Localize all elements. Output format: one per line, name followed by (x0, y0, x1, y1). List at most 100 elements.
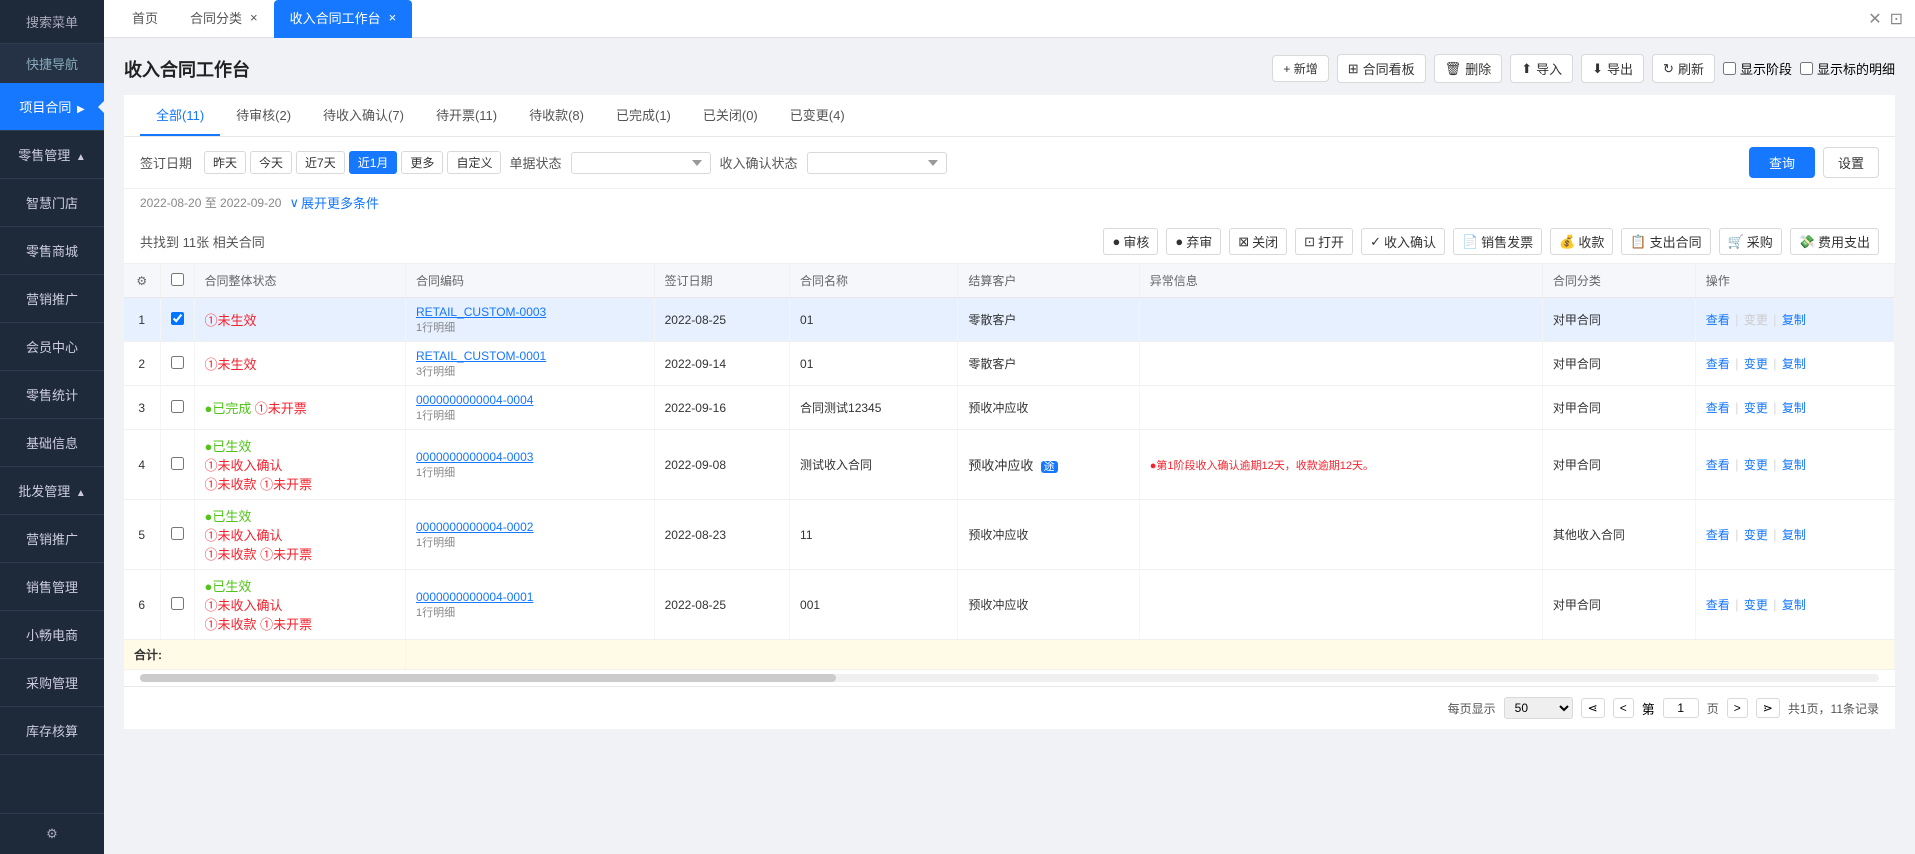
view-btn[interactable]: 查看 (1706, 458, 1730, 472)
edit-btn[interactable]: 变更 (1744, 458, 1768, 472)
sidebar-search[interactable]: 搜索菜单 (0, 0, 104, 44)
view-btn[interactable]: 查看 (1706, 357, 1730, 371)
audit-button[interactable]: ● 审核 (1103, 228, 1158, 255)
first-page-btn[interactable]: ⋖ (1581, 698, 1605, 718)
copy-btn[interactable]: 复制 (1782, 357, 1806, 371)
filter-tab-completed[interactable]: 已完成(1) (600, 95, 687, 136)
date-btn-more[interactable]: 更多 (401, 151, 443, 174)
window-maximize-btn[interactable]: ⊡ (1890, 9, 1903, 29)
row-checkbox[interactable] (171, 597, 184, 610)
date-btn-today[interactable]: 今天 (250, 151, 292, 174)
view-btn[interactable]: 查看 (1706, 598, 1730, 612)
expense-out-button[interactable]: 💸 费用支出 (1790, 228, 1879, 255)
sidebar-item-purchase[interactable]: 采购管理 (0, 659, 104, 707)
next-page-btn[interactable]: > (1727, 698, 1748, 718)
edit-btn[interactable]: 变更 (1744, 401, 1768, 415)
sidebar-item-smart-store[interactable]: 智慧门店 (0, 179, 104, 227)
collection-button[interactable]: 💰 收款 (1550, 228, 1613, 255)
sidebar-item-retail-manage[interactable]: 零售管理 ▲ (0, 131, 104, 179)
copy-btn[interactable]: 复制 (1782, 528, 1806, 542)
sidebar-item-marketing[interactable]: 营销推广 (0, 275, 104, 323)
edit-btn[interactable]: 变更 (1744, 598, 1768, 612)
date-btn-custom[interactable]: 自定义 (447, 151, 501, 174)
contract-code-link[interactable]: 0000000000004-0004 (416, 393, 533, 407)
delete-button[interactable]: 🗑 删除 (1434, 54, 1503, 83)
sidebar-item-project[interactable]: 项目合同 ▶ (0, 83, 104, 131)
filter-tab-closed[interactable]: 已关闭(0) (687, 95, 774, 136)
export-button[interactable]: ⬇ 导出 (1581, 54, 1644, 83)
view-btn[interactable]: 查看 (1706, 528, 1730, 542)
tab-income-workbench[interactable]: 收入合同工作台 × (274, 0, 413, 38)
row-checkbox[interactable] (171, 356, 184, 369)
expense-contract-button[interactable]: 📋 支出合同 (1621, 228, 1710, 255)
contract-code-link[interactable]: RETAIL_CUSTOM-0003 (416, 305, 546, 319)
doc-status-select[interactable] (571, 152, 711, 174)
copy-btn[interactable]: 复制 (1782, 598, 1806, 612)
edit-btn[interactable]: 变更 (1744, 528, 1768, 542)
sidebar-item-retail-stats[interactable]: 零售统计 (0, 371, 104, 419)
sidebar-item-marketing2[interactable]: 营销推广 (0, 515, 104, 563)
page-size-select[interactable]: 50 100 200 (1504, 697, 1573, 719)
filter-tab-all[interactable]: 全部(11) (140, 95, 220, 136)
tab-contract-category[interactable]: 合同分类 × (174, 0, 274, 38)
refresh-button[interactable]: ↻ 刷新 (1652, 54, 1715, 83)
row-checkbox[interactable] (171, 312, 184, 325)
tab-home[interactable]: 首页 (116, 0, 174, 38)
abandon-button[interactable]: ● 弃审 (1166, 228, 1221, 255)
page-number-input[interactable] (1663, 698, 1699, 718)
sidebar-item-wholesale[interactable]: 批发管理 ▲ (0, 467, 104, 515)
tab-contract-category-close[interactable]: × (250, 10, 258, 25)
th-settings[interactable]: ⚙ (124, 264, 160, 298)
filter-tab-pending-income[interactable]: 待收入确认(7) (307, 95, 420, 136)
row-checkbox[interactable] (171, 527, 184, 540)
sidebar-item-retail-mall[interactable]: 零售商城 (0, 227, 104, 275)
close-button[interactable]: ⊠ 关闭 (1229, 228, 1287, 255)
sidebar-item-ecommerce[interactable]: 小畅电商 (0, 611, 104, 659)
horizontal-scrollbar[interactable] (140, 674, 1879, 682)
filter-tab-pending-audit[interactable]: 待审核(2) (220, 95, 307, 136)
expand-conditions-button[interactable]: ∨ 展开更多条件 (289, 193, 379, 212)
import-button[interactable]: ⬆ 导入 (1510, 54, 1573, 83)
sidebar-settings[interactable]: ⚙ (0, 813, 104, 854)
contract-code-link[interactable]: 0000000000004-0003 (416, 450, 533, 464)
date-btn-1month[interactable]: 近1月 (349, 151, 398, 174)
contract-code-link[interactable]: 0000000000004-0002 (416, 520, 533, 534)
th-checkbox[interactable] (160, 264, 194, 298)
copy-btn[interactable]: 复制 (1782, 313, 1806, 327)
prev-page-btn[interactable]: < (1613, 698, 1634, 718)
sidebar-item-member[interactable]: 会员中心 (0, 323, 104, 371)
sales-invoice-button[interactable]: 📄 销售发票 (1453, 228, 1542, 255)
copy-btn[interactable]: 复制 (1782, 401, 1806, 415)
sidebar-item-inventory[interactable]: 库存核算 (0, 707, 104, 755)
sidebar-item-sales-manage[interactable]: 销售管理 (0, 563, 104, 611)
filter-tab-changed[interactable]: 已变更(4) (774, 95, 861, 136)
contract-board-button[interactable]: ⊞ 合同看板 (1337, 54, 1426, 83)
filter-tab-pending-invoice[interactable]: 待开票(11) (420, 95, 513, 136)
query-button[interactable]: 查询 (1749, 147, 1815, 178)
view-btn[interactable]: 查看 (1706, 313, 1730, 327)
tab-income-workbench-close[interactable]: × (389, 10, 397, 25)
last-page-btn[interactable]: ⋗ (1756, 698, 1780, 718)
scrollbar-thumb[interactable] (140, 674, 836, 682)
income-confirm-button[interactable]: ✓ 收入确认 (1361, 228, 1445, 255)
contract-code-link[interactable]: 0000000000004-0001 (416, 590, 533, 604)
filter-tab-pending-collection[interactable]: 待收款(8) (513, 95, 600, 136)
select-all-checkbox[interactable] (171, 273, 184, 286)
new-button[interactable]: + 新增 (1272, 55, 1328, 82)
contract-code-link[interactable]: RETAIL_CUSTOM-0001 (416, 349, 546, 363)
purchase-button[interactable]: 🛒 采购 (1719, 228, 1782, 255)
sidebar-item-basic-info[interactable]: 基础信息 (0, 419, 104, 467)
row-checkbox[interactable] (171, 457, 184, 470)
date-btn-7days[interactable]: 近7天 (296, 151, 345, 174)
show-detail-checkbox[interactable]: 显示标的明细 (1800, 59, 1895, 78)
show-stages-checkbox[interactable]: 显示阶段 (1723, 59, 1792, 78)
view-btn[interactable]: 查看 (1706, 401, 1730, 415)
edit-btn[interactable]: 变更 (1744, 313, 1768, 327)
open-button[interactable]: ⊡ 打开 (1295, 228, 1353, 255)
income-confirm-select[interactable] (807, 152, 947, 174)
row-checkbox[interactable] (171, 400, 184, 413)
copy-btn[interactable]: 复制 (1782, 458, 1806, 472)
date-btn-yesterday[interactable]: 昨天 (204, 151, 246, 174)
setting-button[interactable]: 设置 (1823, 147, 1879, 178)
sidebar-quick-nav[interactable]: 快捷导航 (0, 44, 104, 83)
